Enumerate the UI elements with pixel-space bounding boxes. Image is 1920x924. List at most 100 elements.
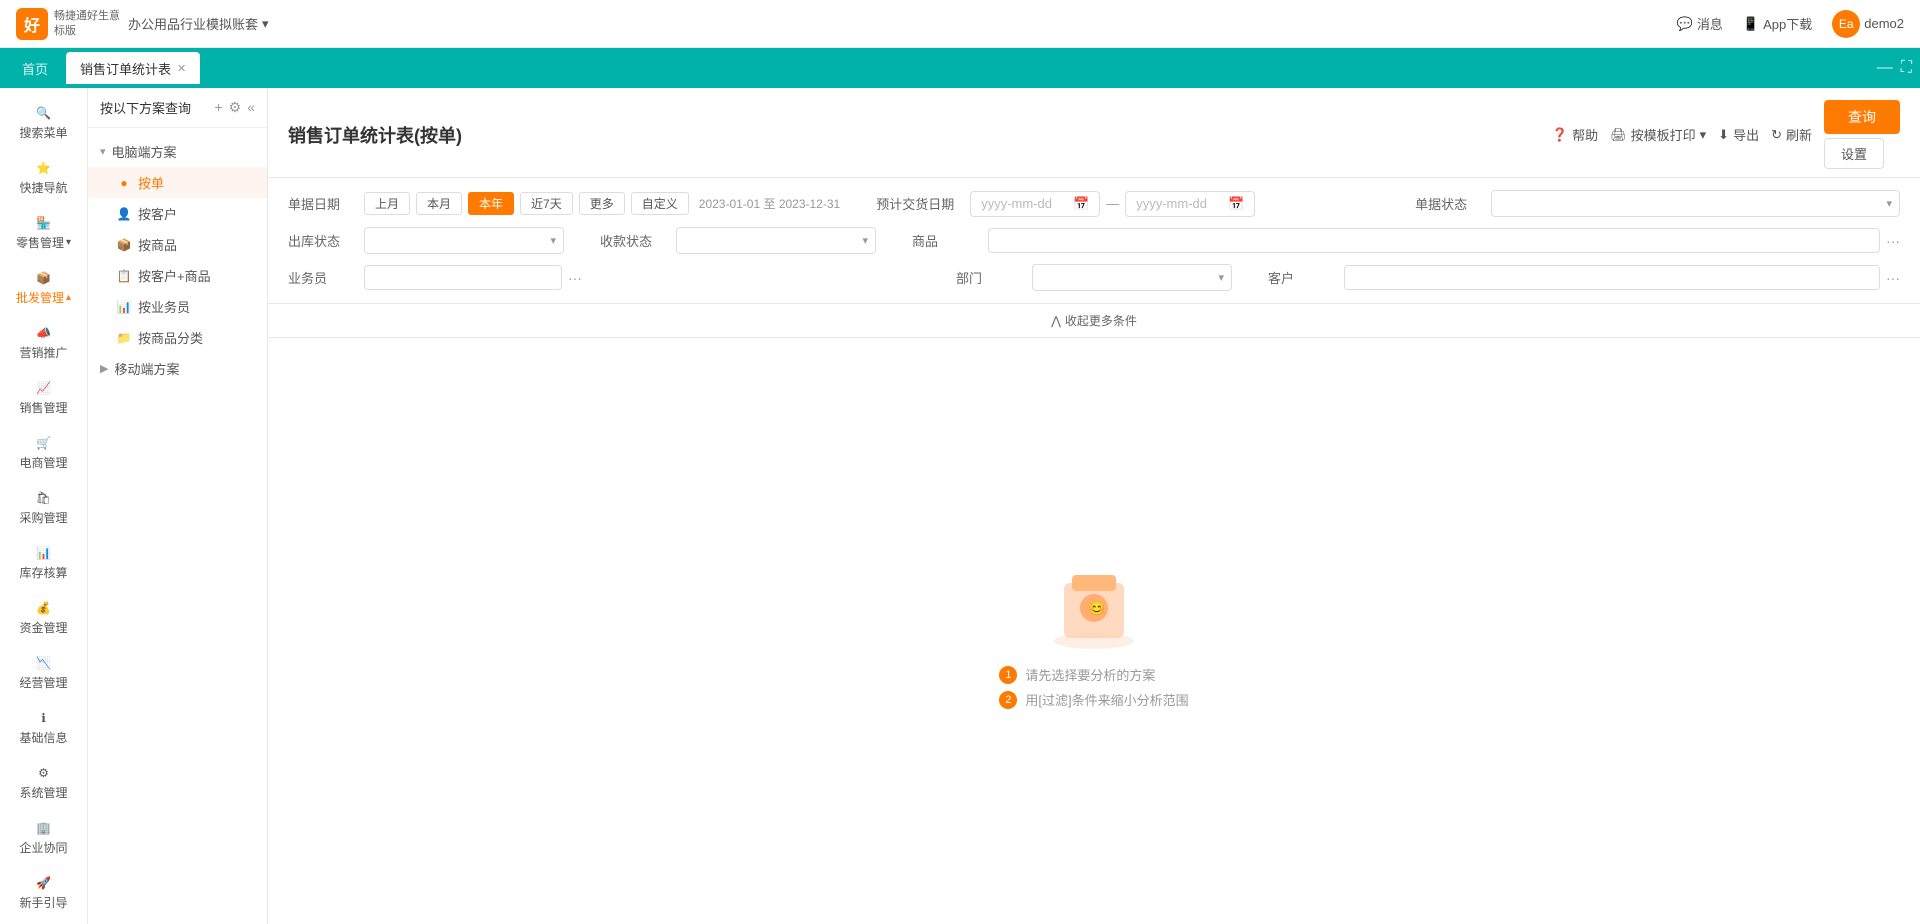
finance-icon: 💰 [36,601,51,615]
query-button[interactable]: 查询 [1824,100,1900,134]
tree-child-by-category[interactable]: 📁 按商品分类 [88,322,267,353]
settings-scheme-button[interactable]: ⚙ [229,99,242,116]
payment-status-select[interactable] [676,227,876,254]
tree-child-by-order[interactable]: ● 按单 [88,167,267,198]
marketing-icon: 📣 [36,326,51,340]
chevron-down-icon: ▾ [66,237,71,248]
last-month-button[interactable]: 上月 [364,192,410,215]
hint-num-2: 2 [999,691,1017,709]
by-order-icon: ● [116,175,132,191]
topbar: 好 畅捷通好生意 标版 办公用品行业模拟账套 ▾ 💬 消息 📱 App下载 Ea… [0,0,1920,48]
sidebar-item-enterprise[interactable]: 🏢 企业协同 [0,811,87,866]
sidebar-search[interactable]: 🔍 搜索菜单 [0,96,87,151]
salesperson-input-group: ··· [364,265,920,290]
template-print-button[interactable]: 🖨 按模板打印 ▾ [1610,125,1706,144]
delivery-status-label: 出库状态 [288,231,348,250]
sidebar-item-operations[interactable]: 📉 经营管理 [0,646,87,701]
collapse-panel-button[interactable]: « [247,99,255,116]
filter-row-1: 单据日期 上月 本月 本年 近7天 更多 自定义 2023-01-01 至 20… [288,190,1900,217]
delivery-status-select[interactable] [364,227,564,254]
by-product-icon: 📦 [116,237,132,253]
customer-dots[interactable]: ··· [1886,270,1900,286]
message-button[interactable]: 💬 消息 [1677,14,1723,33]
empty-state: 😊 1 请先选择要分析的方案 2 用[过滤]条件来缩小分析范围 [268,338,1920,924]
user-area[interactable]: Ea demo2 [1832,10,1904,38]
sidebar-item-marketing[interactable]: 📣 营销推广 [0,316,87,371]
tree-child-by-customer[interactable]: 👤 按客户 [88,198,267,229]
calendar-icon: 📅 [1073,196,1089,212]
this-month-button[interactable]: 本月 [416,192,462,215]
tab-maximize-icon[interactable]: ⛶ [1901,59,1912,77]
tree-child-by-salesperson[interactable]: 📊 按业务员 [88,291,267,322]
search-icon: 🔍 [36,106,51,120]
sidebar-item-system[interactable]: ⚙ 系统管理 [0,756,87,811]
content-area: 按以下方案查询 + ⚙ « ▾ 电脑端方案 ● 按单 👤 按客户 [88,88,1920,924]
help-icon: ❓ [1552,127,1568,143]
by-customer-product-icon: 📋 [116,268,132,284]
sidebar-item-ecommerce[interactable]: 🛒 电商管理 [0,426,87,481]
tab-sales-order[interactable]: 销售订单统计表 ✕ [66,52,200,84]
tab-close-icon[interactable]: ✕ [177,62,186,75]
page-title: 销售订单统计表(按单) [288,122,462,148]
expected-delivery-end[interactable]: yyyy-mm-dd 📅 [1125,191,1255,217]
product-input[interactable] [988,228,1880,253]
sidebar-quick-nav[interactable]: ⭐ 快捷导航 [0,151,87,206]
expected-delivery-label: 预计交货日期 [876,194,954,213]
tree-section: ▾ 电脑端方案 ● 按单 👤 按客户 📦 按商品 📋 按客户+商品 [88,128,267,392]
salesperson-dots[interactable]: ··· [568,270,582,286]
collapse-bar[interactable]: ⋀ 收起更多条件 [268,304,1920,338]
app-download-button[interactable]: 📱 App下载 [1743,14,1812,33]
chevron-down-icon: ▾ [100,145,106,158]
star-icon: ⭐ [36,161,51,175]
product-input-group: ··· [988,228,1900,253]
home-tab-label: 首页 [22,59,48,78]
tree-child-by-customer-product[interactable]: 📋 按客户+商品 [88,260,267,291]
collapse-button[interactable]: ⋀ 收起更多条件 [1051,312,1137,329]
sidebar-item-sales[interactable]: 📈 销售管理 [0,371,87,426]
help-button[interactable]: ❓ 帮助 [1552,125,1598,144]
more-button[interactable]: 更多 [579,192,625,215]
this-year-button[interactable]: 本年 [468,192,514,215]
calendar-icon: 📅 [1228,196,1244,212]
sidebar-item-finance[interactable]: 💰 资金管理 [0,591,87,646]
customer-label: 客户 [1268,268,1328,287]
date-range-display: 2023-01-01 至 2023-12-31 [699,195,840,212]
logo-area: 好 畅捷通好生意 标版 [16,8,120,40]
customer-input[interactable] [1344,265,1880,290]
refresh-button[interactable]: ↻ 刷新 [1771,125,1812,144]
sidebar-item-inventory[interactable]: 📊 库存核算 [0,536,87,591]
product-dots[interactable]: ··· [1886,233,1900,249]
tab-minimize-icon[interactable]: — [1877,59,1893,77]
add-scheme-button[interactable]: + [214,99,222,116]
sidebar-item-wholesale[interactable]: 📦 批发管理 ▴ [0,261,87,316]
sidebar-item-retail[interactable]: 🏪 零售管理 ▾ [0,206,87,261]
logo-text: 畅捷通好生意 标版 [54,9,120,38]
last-7-days-button[interactable]: 近7天 [520,192,573,215]
salesperson-input[interactable] [364,265,562,290]
export-button[interactable]: ⬇ 导出 [1718,125,1759,144]
sidebar-item-purchase[interactable]: 🛍 采购管理 [0,481,87,536]
expected-delivery-start[interactable]: yyyy-mm-dd 📅 [970,191,1100,217]
order-status-select[interactable] [1491,190,1900,217]
tab-home[interactable]: 首页 [8,52,62,84]
order-status-select-wrapper: ▾ [1491,190,1900,217]
logo-icon: 好 [16,8,48,40]
settings-button[interactable]: 设置 [1824,138,1884,169]
tree-child-by-product[interactable]: 📦 按商品 [88,229,267,260]
order-status-label: 单据状态 [1415,194,1475,213]
date-dash: — [1106,196,1119,211]
inventory-icon: 📊 [36,546,51,560]
export-icon: ⬇ [1718,127,1729,143]
department-select[interactable] [1032,264,1232,291]
refresh-icon: ↻ [1771,127,1782,143]
tabbar-actions: — ⛶ [1877,59,1912,77]
department-wrapper: ▾ [1032,264,1232,291]
tree-parent-mobile[interactable]: ▶ 移动端方案 [88,353,267,384]
tree-parent-pc[interactable]: ▾ 电脑端方案 [88,136,267,167]
sidebar-item-basic[interactable]: ℹ 基础信息 [0,701,87,756]
wholesale-icon: 📦 [36,271,51,285]
collapse-icon: ⋀ [1051,314,1061,328]
custom-button[interactable]: 自定义 [631,192,689,215]
account-dropdown[interactable]: 办公用品行业模拟账套 ▾ [128,14,269,33]
sidebar-item-newbie[interactable]: 🚀 新手引导 [0,866,87,921]
